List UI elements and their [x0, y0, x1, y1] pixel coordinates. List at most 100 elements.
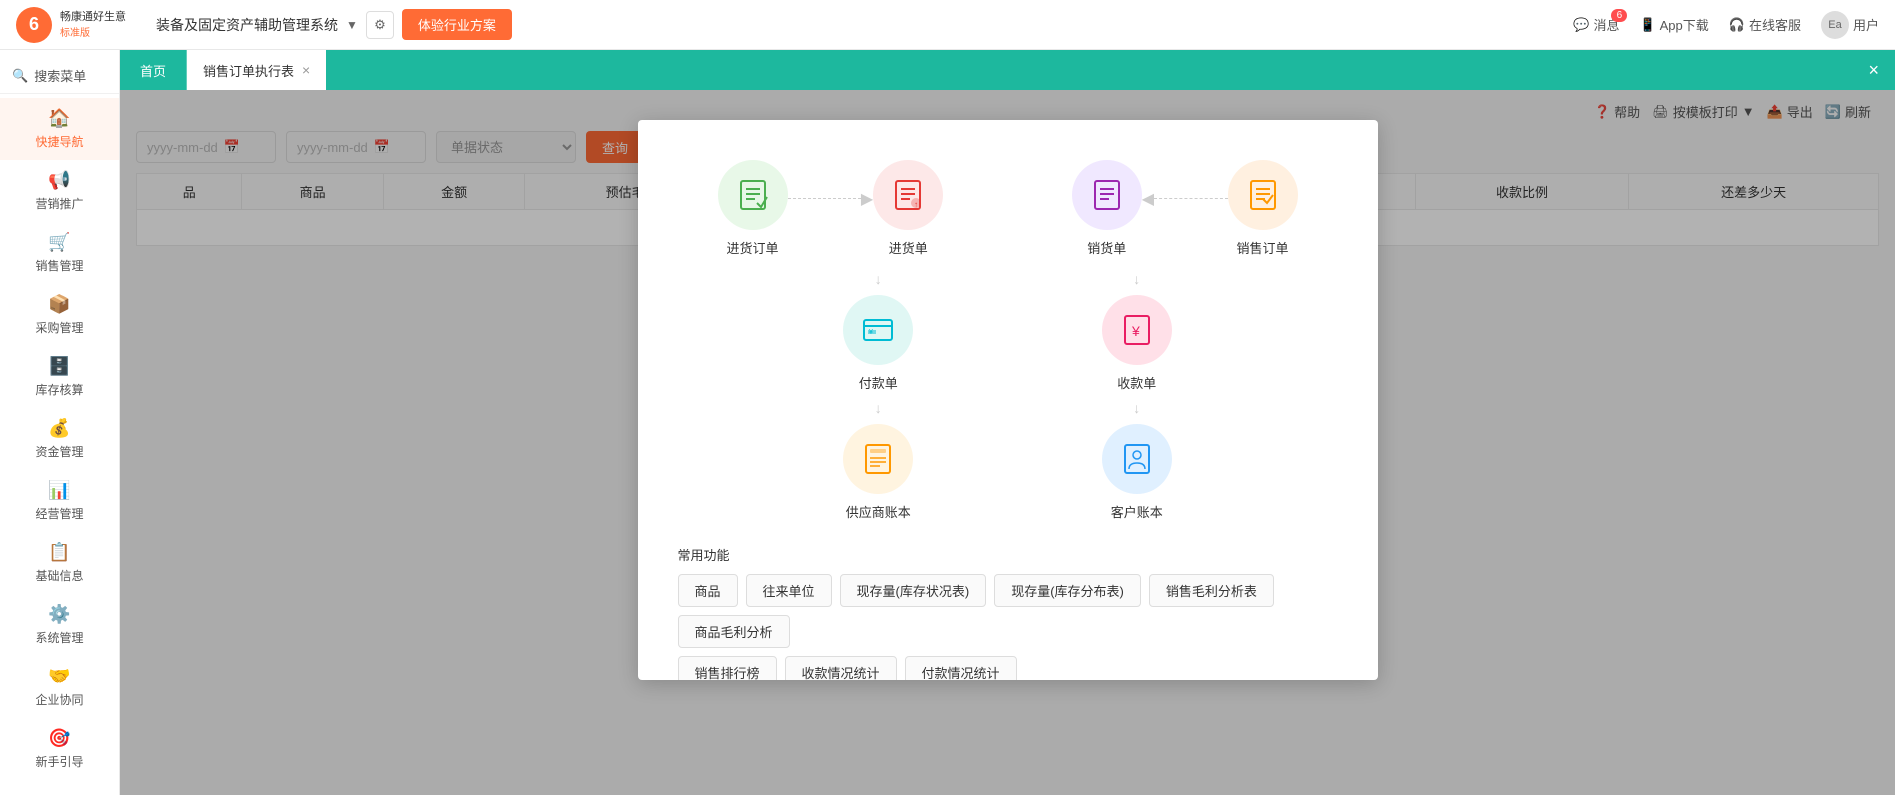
header-right: 💬 消息 6 📱 App下载 🎧 在线客服 Ea 用户 [1573, 11, 1879, 39]
finance-icon: 💰 [48, 418, 70, 439]
page-content: ❓ 帮助 🖨 按模板打印 ▼ 📤 导出 🔄 刷新 [120, 90, 1895, 795]
flow-item-purchase-order[interactable]: 进货订单 [718, 160, 788, 257]
common-btns-row1: 商品 往来单位 现存量(库存状况表) 现存量(库存分布表) 销售毛利分析表 商品… [678, 574, 1338, 648]
sidebar-item-quick-nav[interactable]: 🏠 快捷导航 [0, 98, 119, 160]
receipt-label: 收款单 [1117, 373, 1156, 392]
system-label: 系统管理 [35, 629, 83, 646]
common-functions-title: 常用功能 [678, 545, 1338, 564]
svg-text:↑: ↑ [914, 200, 918, 209]
brand-sub: 标准版 [60, 24, 126, 39]
common-btn-inventory-status[interactable]: 现存量(库存状况表) [840, 574, 987, 607]
brand-name: 畅康通好生意 [60, 10, 126, 24]
sidebar-item-marketing[interactable]: 📢 营销推广 [0, 160, 119, 222]
user-btn[interactable]: Ea 用户 [1821, 11, 1879, 39]
common-btn-product[interactable]: 商品 [678, 574, 738, 607]
sidebar-item-basic-info[interactable]: 📋 基础信息 [0, 532, 119, 594]
logo-icon: 6 [16, 7, 52, 43]
common-btn-sales-rank[interactable]: 销售排行榜 [678, 656, 777, 680]
sidebar: 🔍 搜索菜单 🏠 快捷导航 📢 营销推广 🛒 销售管理 📦 采购管理 🗄️ 库存… [0, 50, 120, 795]
sidebar-item-system[interactable]: ⚙️ 系统管理 [0, 594, 119, 656]
app-download-btn[interactable]: 📱 App下载 [1639, 15, 1708, 34]
common-btn-sales-gross[interactable]: 销售毛利分析表 [1149, 574, 1274, 607]
sidebar-item-purchase[interactable]: 📦 采购管理 [0, 284, 119, 346]
logo-area: 6 畅康通好生意 标准版 [16, 7, 136, 43]
tab-sales-order[interactable]: 销售订单执行表 × [187, 50, 326, 90]
newbie-label: 新手引导 [35, 753, 83, 770]
sidebar-item-finance[interactable]: 💰 资金管理 [0, 408, 119, 470]
flow-item-receipt[interactable]: ¥ 收款单 [1102, 295, 1172, 392]
tab-close-all-btn[interactable]: × [1852, 60, 1895, 81]
system-name: 装备及固定资产辅助管理系统 [156, 15, 338, 35]
flow-item-purchase-bill[interactable]: ↑ 进货单 [873, 160, 943, 257]
tab-close-btn[interactable]: × [302, 62, 310, 78]
customer-account-circle[interactable] [1102, 424, 1172, 494]
sales-icon: 🛒 [48, 232, 70, 253]
trial-btn[interactable]: 体验行业方案 [402, 9, 512, 40]
message-badge: 6 [1611, 9, 1627, 22]
sales-label: 销售管理 [35, 257, 83, 274]
online-service-btn[interactable]: 🎧 在线客服 [1729, 15, 1801, 34]
avatar: Ea [1821, 11, 1849, 39]
app-download-label: App下载 [1660, 15, 1709, 34]
message-btn[interactable]: 💬 消息 6 [1573, 15, 1619, 34]
tab-home-label: 首页 [140, 61, 166, 80]
customer-account-label: 客户账本 [1111, 502, 1163, 521]
payment-circle[interactable]: ¥ [843, 295, 913, 365]
tab-sales-order-label: 销售订单执行表 [203, 61, 294, 80]
system-dropdown-btn[interactable]: ▼ [346, 18, 358, 32]
finance-label: 资金管理 [35, 443, 83, 460]
receipt-circle[interactable]: ¥ [1102, 295, 1172, 365]
flow-item-payment[interactable]: ¥ 付款单 [843, 295, 913, 392]
sales-bill-circle[interactable] [1072, 160, 1142, 230]
service-label: 在线客服 [1749, 15, 1801, 34]
sidebar-item-enterprise[interactable]: 🤝 企业协同 [0, 656, 119, 718]
sales-bill-label: 销货单 [1087, 238, 1126, 257]
flow-section: 进货订单 ▶ [638, 120, 1378, 545]
sidebar-item-sales[interactable]: 🛒 销售管理 [0, 222, 119, 284]
sidebar-item-inventory[interactable]: 🗄️ 库存核算 [0, 346, 119, 408]
brand-info: 畅康通好生意 标准版 [60, 10, 126, 39]
common-btn-partner[interactable]: 往来单位 [746, 574, 832, 607]
purchase-order-label: 进货订单 [726, 238, 778, 257]
marketing-label: 营销推广 [35, 195, 83, 212]
common-btn-payment-stats[interactable]: 付款情况统计 [905, 656, 1017, 680]
sidebar-item-newbie[interactable]: 🎯 新手引导 [0, 718, 119, 780]
settings-icon[interactable]: ⚙ [366, 11, 394, 39]
sidebar-item-operations[interactable]: 📊 经营管理 [0, 470, 119, 532]
operations-icon: 📊 [48, 480, 70, 501]
popup-overlay[interactable]: 进货订单 ▶ [120, 90, 1895, 795]
top-header: 6 畅康通好生意 标准版 装备及固定资产辅助管理系统 ▼ ⚙ 体验行业方案 💬 … [0, 0, 1895, 50]
common-btn-receipt-stats[interactable]: 收款情况统计 [785, 656, 897, 680]
download-icon: 📱 [1639, 17, 1655, 33]
flow-item-customer-account[interactable]: 客户账本 [1102, 424, 1172, 521]
common-btn-product-gross[interactable]: 商品毛利分析 [678, 615, 790, 648]
purchase-order-circle[interactable] [718, 160, 788, 230]
inventory-label: 库存核算 [35, 381, 83, 398]
search-menu[interactable]: 🔍 搜索菜单 [0, 58, 119, 94]
purchase-label: 采购管理 [35, 319, 83, 336]
purchase-bill-circle[interactable]: ↑ [873, 160, 943, 230]
system-title-area: 装备及固定资产辅助管理系统 ▼ ⚙ 体验行业方案 [156, 9, 1573, 40]
service-icon: 🎧 [1729, 17, 1745, 33]
quick-nav-label: 快捷导航 [35, 133, 83, 150]
purchase-bill-label: 进货单 [889, 238, 928, 257]
supplier-account-circle[interactable] [843, 424, 913, 494]
purchase-icon: 📦 [48, 294, 70, 315]
tab-bar: 首页 销售订单执行表 × × [120, 50, 1895, 90]
payment-label: 付款单 [859, 373, 898, 392]
flow-item-sales-order[interactable]: 销售订单 [1228, 160, 1298, 257]
quick-nav-icon: 🏠 [48, 108, 70, 129]
flow-item-sales-bill[interactable]: 销货单 [1072, 160, 1142, 257]
common-section: 常用功能 商品 往来单位 现存量(库存状况表) 现存量(库存分布表) 销售毛利分… [638, 545, 1378, 680]
tab-home[interactable]: 首页 [120, 50, 187, 90]
operations-label: 经营管理 [35, 505, 83, 522]
search-icon: 🔍 [12, 68, 28, 84]
main-layout: 🔍 搜索菜单 🏠 快捷导航 📢 营销推广 🛒 销售管理 📦 采购管理 🗄️ 库存… [0, 50, 1895, 795]
message-icon: 💬 [1573, 17, 1589, 33]
popup-box: 进货订单 ▶ [638, 120, 1378, 680]
sales-order-circle[interactable] [1228, 160, 1298, 230]
user-label: 用户 [1853, 15, 1879, 34]
enterprise-label: 企业协同 [35, 691, 83, 708]
flow-item-supplier-account[interactable]: 供应商账本 [843, 424, 913, 521]
common-btn-inventory-dist[interactable]: 现存量(库存分布表) [994, 574, 1141, 607]
